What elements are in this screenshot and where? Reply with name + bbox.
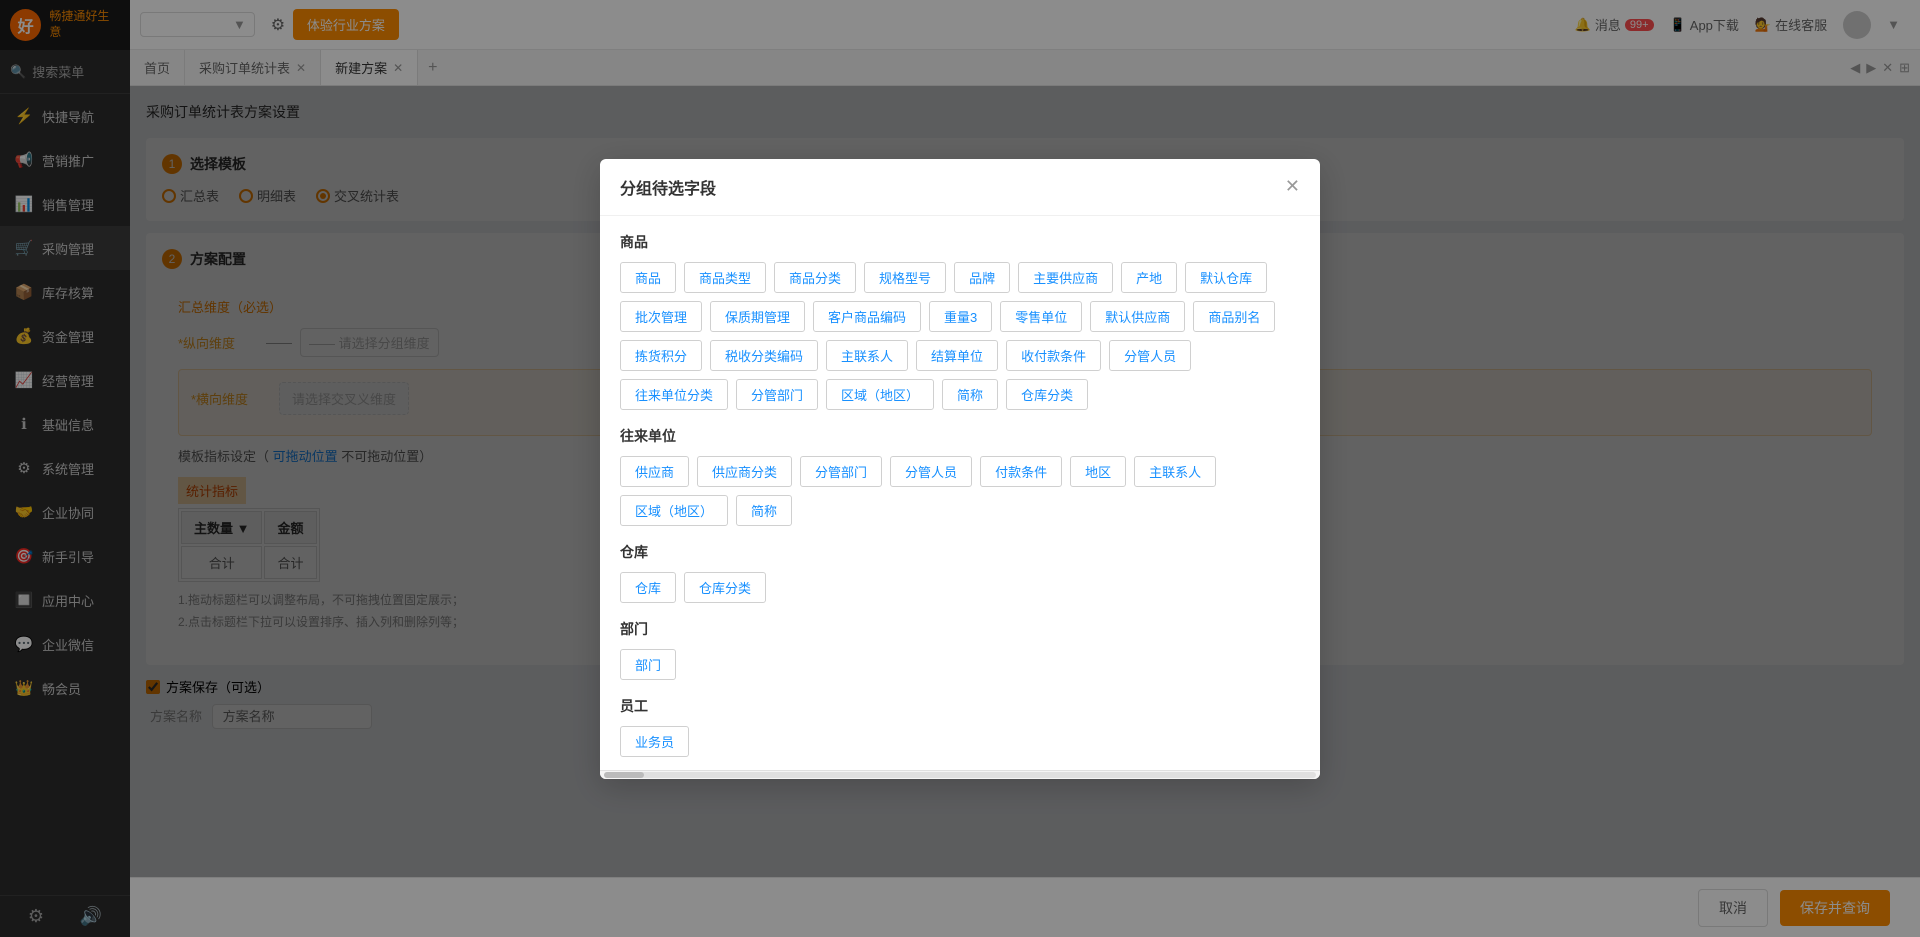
modal-section-staff: 员工 业务员 [620,696,1300,757]
chip-warehouse[interactable]: 仓库 [620,572,676,603]
chip-batch-mgmt[interactable]: 批次管理 [620,301,702,332]
modal: 分组待选字段 ✕ 商品 商品 商品类型 商品分类 规格型号 品牌 主要供应商 产… [600,159,1320,779]
chip-abbr[interactable]: 简称 [942,379,998,410]
chip-default-supplier[interactable]: 默认供应商 [1090,301,1185,332]
chip-partner-dept[interactable]: 分管部门 [800,456,882,487]
chip-product-type[interactable]: 商品类型 [684,262,766,293]
chip-partner-category[interactable]: 往来单位分类 [620,379,728,410]
chip-pick-points[interactable]: 拣货积分 [620,340,702,371]
chip-partner-manager[interactable]: 分管人员 [890,456,972,487]
section-title-staff: 员工 [620,696,1300,716]
section-title-partner: 往来单位 [620,426,1300,446]
staff-chips: 业务员 [620,726,1300,757]
chip-dept[interactable]: 分管部门 [736,379,818,410]
chip-retail-unit[interactable]: 零售单位 [1000,301,1082,332]
product-chips: 商品 商品类型 商品分类 规格型号 品牌 主要供应商 产地 默认仓库 批次管理 … [620,262,1300,410]
chip-main-contact[interactable]: 主联系人 [826,340,908,371]
partner-chips: 供应商 供应商分类 分管部门 分管人员 付款条件 地区 主联系人 区域（地区） … [620,456,1300,526]
chip-tax-code[interactable]: 税收分类编码 [710,340,818,371]
modal-close-button[interactable]: ✕ [1285,176,1300,197]
warehouse-chips: 仓库 仓库分类 [620,572,1300,603]
chip-partner-contact[interactable]: 主联系人 [1134,456,1216,487]
section-title-product: 商品 [620,232,1300,252]
modal-title: 分组待选字段 [620,175,716,199]
chip-product-alias[interactable]: 商品别名 [1193,301,1275,332]
chip-area[interactable]: 地区 [1070,456,1126,487]
modal-body: 商品 商品 商品类型 商品分类 规格型号 品牌 主要供应商 产地 默认仓库 批次… [600,216,1320,771]
dept-chips: 部门 [620,649,1300,680]
chip-salesperson[interactable]: 业务员 [620,726,689,757]
chip-partner-abbr[interactable]: 简称 [736,495,792,526]
hscroll-track [604,772,1316,778]
chip-main-supplier[interactable]: 主要供应商 [1018,262,1113,293]
section-title-warehouse: 仓库 [620,542,1300,562]
chip-brand[interactable]: 品牌 [954,262,1010,293]
modal-horizontal-scrollbar[interactable] [600,770,1320,778]
chip-manager[interactable]: 分管人员 [1109,340,1191,371]
chip-warehouse-category[interactable]: 仓库分类 [684,572,766,603]
chip-supplier[interactable]: 供应商 [620,456,689,487]
chip-pay-terms[interactable]: 付款条件 [980,456,1062,487]
chip-product[interactable]: 商品 [620,262,676,293]
chip-settlement-unit[interactable]: 结算单位 [916,340,998,371]
modal-section-dept: 部门 部门 [620,619,1300,680]
chip-origin[interactable]: 产地 [1121,262,1177,293]
chip-customer-code[interactable]: 客户商品编码 [813,301,921,332]
modal-section-partner: 往来单位 供应商 供应商分类 分管部门 分管人员 付款条件 地区 主联系人 区域… [620,426,1300,526]
chip-default-warehouse[interactable]: 默认仓库 [1185,262,1267,293]
chip-partner-region[interactable]: 区域（地区） [620,495,728,526]
chip-product-category[interactable]: 商品分类 [774,262,856,293]
modal-section-warehouse: 仓库 仓库 仓库分类 [620,542,1300,603]
section-title-dept: 部门 [620,619,1300,639]
modal-section-product: 商品 商品 商品类型 商品分类 规格型号 品牌 主要供应商 产地 默认仓库 批次… [620,232,1300,410]
chip-supplier-cat[interactable]: 供应商分类 [697,456,792,487]
chip-weight[interactable]: 重量3 [929,301,992,332]
chip-warehouse-cat[interactable]: 仓库分类 [1006,379,1088,410]
chip-department[interactable]: 部门 [620,649,676,680]
modal-header: 分组待选字段 ✕ [600,159,1320,216]
modal-overlay: 分组待选字段 ✕ 商品 商品 商品类型 商品分类 规格型号 品牌 主要供应商 产… [0,0,1920,937]
chip-spec-model[interactable]: 规格型号 [864,262,946,293]
chip-region[interactable]: 区域（地区） [826,379,934,410]
chip-payment-terms[interactable]: 收付款条件 [1006,340,1101,371]
hscroll-thumb [604,772,644,778]
chip-shelf-life[interactable]: 保质期管理 [710,301,805,332]
